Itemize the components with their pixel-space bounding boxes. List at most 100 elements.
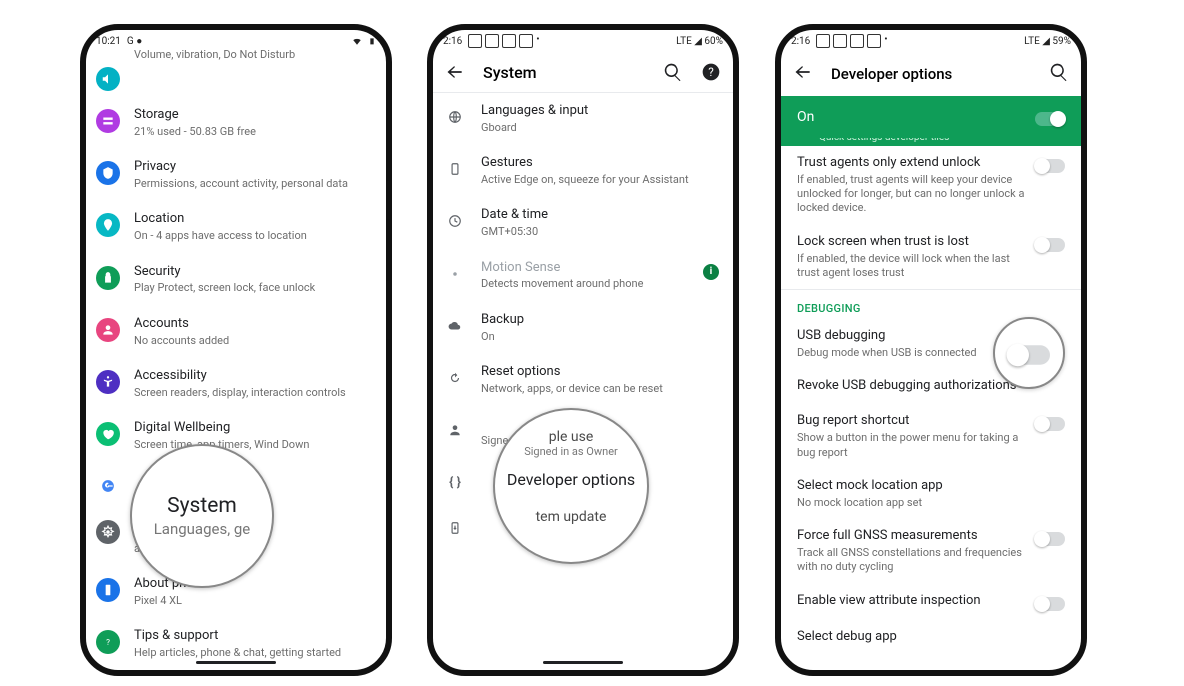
gnss-sub: Track all GNSS constellations and freque… [797,546,1025,575]
backup-sub: On [481,330,719,344]
globe-icon [443,105,467,129]
back-button[interactable] [445,62,465,82]
mag-title: Developer options [507,470,635,489]
date-sub: GMT+05:30 [481,225,719,239]
location-title: Location [134,211,372,228]
master-toggle[interactable]: On [781,96,1081,138]
master-switch[interactable] [1035,112,1065,126]
volume-button[interactable] [386,280,390,340]
back-button[interactable] [793,62,813,86]
row-accounts[interactable]: AccountsNo accounts added [86,306,386,358]
side-button[interactable] [386,180,390,220]
app-icon [816,34,830,48]
row-trust-agents[interactable]: Trust agents only extend unlockIf enable… [781,146,1081,225]
row-storage[interactable]: Storage21% used - 50.83 GB free [86,97,386,149]
mag-frag-bot: tem update [536,509,607,525]
status-bar: 2:16 • LTE ◢ 59% [781,30,1081,52]
accessibility-sub: Screen readers, display, interaction con… [134,386,372,400]
privacy-icon [96,161,120,185]
row-backup[interactable]: BackupOn [433,302,733,354]
mag-frag-top: ple use [549,429,594,445]
system-icon [96,520,120,544]
dev-list[interactable]: Trust agents only extend unlockIf enable… [781,146,1081,654]
accessibility-title: Accessibility [134,368,372,385]
accounts-title: Accounts [134,316,372,333]
about-sub: Pixel 4 XL [134,594,372,608]
bug-sub: Show a button in the power menu for taki… [797,431,1025,460]
phone-settings-main: 10:21 G ● Volume, vibration, Do Not Dist… [80,24,392,676]
google-icon [96,474,120,498]
trust-sub: If enabled, trust agents will keep your … [797,173,1025,216]
location-sub: On - 4 apps have access to location [134,229,372,243]
row-security[interactable]: SecurityPlay Protect, screen lock, face … [86,254,386,306]
privacy-title: Privacy [134,159,372,176]
page-title: System [483,63,645,82]
trust-switch[interactable] [1035,159,1065,173]
app-icon [502,34,516,48]
bug-switch[interactable] [1035,417,1065,431]
about-icon [96,578,120,602]
reset-sub: Network, apps, or device can be reset [481,382,719,396]
row-languages[interactable]: Languages & inputGboard [433,93,733,145]
wellbeing-title: Digital Wellbeing [134,420,372,437]
gnss-title: Force full GNSS measurements [797,528,1025,545]
row-bug-report[interactable]: Bug report shortcutShow a button in the … [781,404,1081,468]
app-icon [468,34,482,48]
cloud-icon [443,314,467,338]
row-lock-screen-trust[interactable]: Lock screen when trust is lostIf enabled… [781,225,1081,289]
help-button[interactable]: ? [701,62,721,82]
privacy-sub: Permissions, account activity, personal … [134,177,372,191]
row-location[interactable]: LocationOn - 4 apps have access to locat… [86,201,386,253]
row-sound-partial[interactable] [86,63,386,97]
magnifier-title: System [167,494,237,518]
app-icon [833,34,847,48]
mock-sub: No mock location app set [797,496,1065,510]
tips-sub: Help articles, phone & chat, getting sta… [134,646,372,660]
lock-title: Lock screen when trust is lost [797,234,1025,251]
nav-pill[interactable] [196,661,276,664]
braces-icon: { } [443,470,467,494]
storage-title: Storage [134,107,372,124]
row-gestures[interactable]: GesturesActive Edge on, squeeze for your… [433,145,733,197]
debugapp-title: Select debug app [797,629,1065,646]
gestures-icon [443,157,467,181]
app-icon [867,34,881,48]
sound-icon [96,67,120,91]
row-mock-location[interactable]: Select mock location appNo mock location… [781,469,1081,519]
gnss-switch[interactable] [1035,532,1065,546]
motion-title: Motion Sense [481,260,689,277]
page-title: Developer options [831,65,1031,83]
row-privacy[interactable]: PrivacyPermissions, account activity, pe… [86,149,386,201]
status-time: 2:16 [443,36,462,47]
row-reset[interactable]: Reset optionsNetwork, apps, or device ca… [433,354,733,406]
security-title: Security [134,264,372,281]
row-debug-app[interactable]: Select debug app [781,620,1081,655]
wellbeing-icon [96,422,120,446]
status-right: LTE ◢ 60% [676,36,723,47]
viewattr-title: Enable view attribute inspection [797,593,1025,610]
clock-icon [443,209,467,233]
phone-developer-options: 2:16 • LTE ◢ 59% Developer options On Qu… [775,24,1087,676]
row-motion-sense[interactable]: Motion SenseDetects movement around phon… [433,250,733,302]
wifi-icon [350,36,364,46]
search-button[interactable] [1049,62,1069,86]
search-button[interactable] [663,62,683,82]
gest-sub: Active Edge on, squeeze for your Assista… [481,173,719,187]
row-date-time[interactable]: Date & timeGMT+05:30 [433,197,733,249]
row-accessibility[interactable]: AccessibilityScreen readers, display, in… [86,358,386,410]
viewattr-switch[interactable] [1035,597,1065,611]
lang-title: Languages & input [481,103,719,120]
accessibility-icon [96,370,120,394]
tips-title: Tips & support [134,628,372,645]
lock-switch[interactable] [1035,238,1065,252]
magnifier-sub: Languages, ge [154,520,251,538]
row-view-attr[interactable]: Enable view attribute inspection [781,584,1081,620]
usb-switch-zoom[interactable] [1008,345,1050,365]
tips-icon: ? [96,630,120,654]
nav-pill[interactable] [543,661,623,664]
wellbeing-sub: Screen time, app timers, Wind Down [134,438,372,452]
bug-title: Bug report shortcut [797,413,1025,430]
row-gnss[interactable]: Force full GNSS measurementsTrack all GN… [781,519,1081,583]
magnifier-system: System Languages, ge [130,444,274,588]
info-badge[interactable]: i [703,264,719,280]
